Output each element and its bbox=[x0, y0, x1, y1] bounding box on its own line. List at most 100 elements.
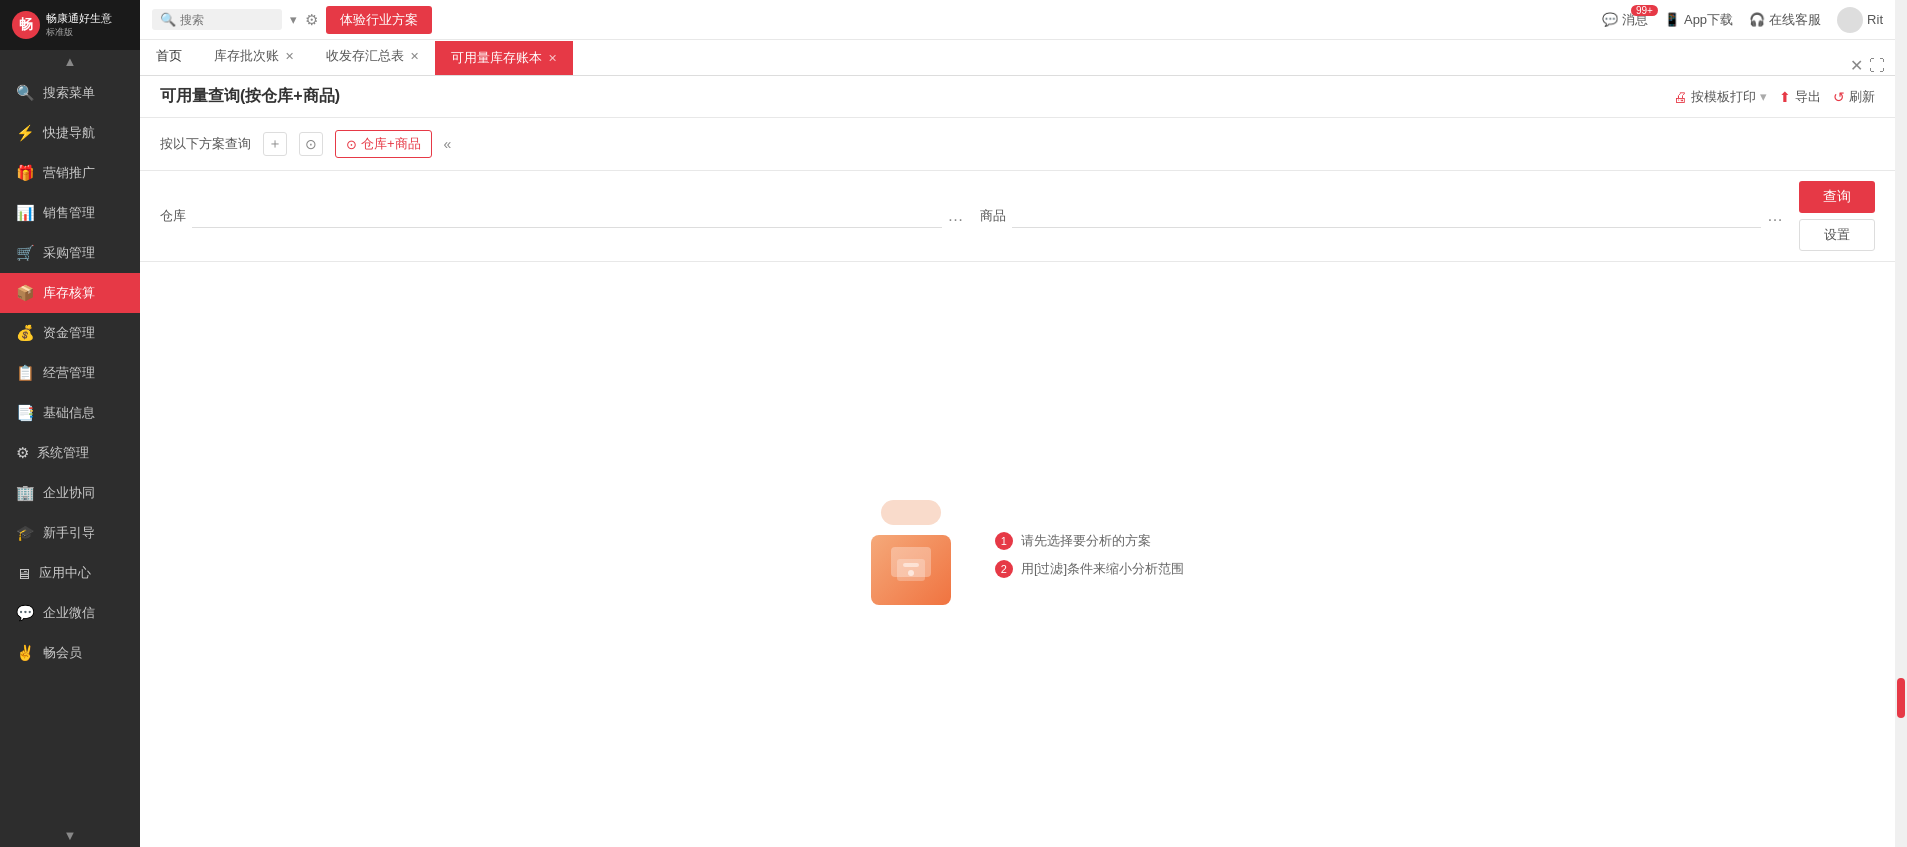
scheme-label: 仓库+商品 bbox=[361, 135, 421, 153]
sidebar-nav: 🔍 搜索菜单 ⚡ 快捷导航 🎁 营销推广 📊 销售管理 🛒 采购管理 📦 库存核… bbox=[0, 73, 140, 824]
tip-num-1: 1 bbox=[995, 532, 1013, 550]
right-scrollbar[interactable] bbox=[1895, 0, 1907, 847]
logo-badge: 标准版 bbox=[46, 26, 112, 39]
sidebar-item-label: 应用中心 bbox=[39, 564, 91, 582]
topbar: 🔍 ▾ ⚙ 体验行业方案 💬 消息 99+ 📱 App下载 🎧 在线客服 Rit bbox=[140, 0, 1895, 40]
close-receive-summary-icon[interactable]: ✕ bbox=[410, 50, 419, 63]
sidebar-item-label: 搜索菜单 bbox=[43, 84, 95, 102]
sidebar-item-label: 快捷导航 bbox=[43, 124, 95, 142]
close-batch-account-icon[interactable]: ✕ bbox=[285, 50, 294, 63]
svg-rect-0 bbox=[897, 559, 925, 581]
product-filter: 商品 … bbox=[980, 204, 1784, 228]
tab-available-ledger-label: 可用量库存账本 bbox=[451, 49, 542, 67]
maximize-icon[interactable]: ⛶ bbox=[1869, 57, 1885, 75]
sidebar-item-marketing[interactable]: 🎁 营销推广 bbox=[0, 153, 140, 193]
scroll-down-btn[interactable]: ▼ bbox=[0, 824, 140, 847]
query-button[interactable]: 查询 bbox=[1799, 181, 1875, 213]
refresh-btn[interactable]: ↺ 刷新 bbox=[1833, 88, 1875, 106]
print-label: 按模板打印 bbox=[1691, 88, 1756, 106]
dropdown-arrow-icon[interactable]: ▾ bbox=[290, 12, 297, 27]
logo-name: 畅康通好生意 bbox=[46, 11, 112, 25]
app-download-btn[interactable]: 📱 App下载 bbox=[1664, 11, 1733, 29]
tabbar-actions: ✕ ⛶ bbox=[1840, 56, 1895, 75]
setting-button[interactable]: 设置 bbox=[1799, 219, 1875, 251]
page-actions: 🖨 按模板打印 ▾ ⬆ 导出 ↺ 刷新 bbox=[1673, 88, 1875, 106]
search-icon: 🔍 bbox=[160, 12, 176, 27]
sidebar-item-enterprise[interactable]: 🏢 企业协同 bbox=[0, 473, 140, 513]
enterprise-icon: 🏢 bbox=[16, 484, 35, 502]
onboarding-icon: 🎓 bbox=[16, 524, 35, 542]
sidebar: 畅 畅康通好生意 标准版 ▲ 🔍 搜索菜单 ⚡ 快捷导航 🎁 营销推广 📊 销售… bbox=[0, 0, 140, 847]
gear-icon[interactable]: ⚙ bbox=[305, 11, 318, 29]
quick-nav-icon: ⚡ bbox=[16, 124, 35, 142]
tab-receive-summary-label: 收发存汇总表 bbox=[326, 47, 404, 65]
sidebar-item-operations[interactable]: 📋 经营管理 bbox=[0, 353, 140, 393]
message-badge: 99+ bbox=[1631, 5, 1658, 16]
finance-icon: 💰 bbox=[16, 324, 35, 342]
scheme-icon: ⊙ bbox=[346, 137, 357, 152]
app-icon: 📱 bbox=[1664, 12, 1680, 27]
export-btn[interactable]: ⬆ 导出 bbox=[1779, 88, 1821, 106]
sidebar-item-membership[interactable]: ✌ 畅会员 bbox=[0, 633, 140, 673]
sidebar-item-label: 新手引导 bbox=[43, 524, 95, 542]
operations-icon: 📋 bbox=[16, 364, 35, 382]
industry-btn[interactable]: 体验行业方案 bbox=[326, 6, 432, 34]
warehouse-more-icon[interactable]: … bbox=[948, 207, 964, 225]
sidebar-item-basic-info[interactable]: 📑 基础信息 bbox=[0, 393, 140, 433]
logo-icon: 畅 bbox=[12, 11, 40, 39]
service-icon: 🎧 bbox=[1749, 12, 1765, 27]
sidebar-item-search[interactable]: 🔍 搜索菜单 bbox=[0, 73, 140, 113]
add-scheme-btn[interactable]: ＋ bbox=[263, 132, 287, 156]
scroll-up-btn[interactable]: ▲ bbox=[0, 50, 140, 73]
print-btn[interactable]: 🖨 按模板打印 ▾ bbox=[1673, 88, 1767, 106]
search-nav-icon: 🔍 bbox=[16, 84, 35, 102]
sidebar-item-label: 库存核算 bbox=[43, 284, 95, 302]
message-icon: 💬 bbox=[1602, 12, 1618, 27]
sidebar-item-label: 销售管理 bbox=[43, 204, 95, 222]
tab-available-ledger[interactable]: 可用量库存账本 ✕ bbox=[435, 41, 573, 75]
sidebar-item-finance[interactable]: 💰 资金管理 bbox=[0, 313, 140, 353]
sidebar-item-sales[interactable]: 📊 销售管理 bbox=[0, 193, 140, 233]
cloud-decoration bbox=[881, 500, 941, 525]
query-panel: 按以下方案查询 ＋ ⊙ ⊙ 仓库+商品 « bbox=[140, 118, 1895, 171]
avatar bbox=[1837, 7, 1863, 33]
purchase-icon: 🛒 bbox=[16, 244, 35, 262]
sidebar-item-purchase[interactable]: 🛒 采购管理 bbox=[0, 233, 140, 273]
scheme-warehouse-product[interactable]: ⊙ 仓库+商品 bbox=[335, 130, 432, 158]
close-tab-icon[interactable]: ✕ bbox=[1850, 56, 1863, 75]
tab-batch-account[interactable]: 库存批次账 ✕ bbox=[198, 39, 310, 75]
settings-scheme-btn[interactable]: ⊙ bbox=[299, 132, 323, 156]
sidebar-item-inventory[interactable]: 📦 库存核算 bbox=[0, 273, 140, 313]
page-title: 可用量查询(按仓库+商品) bbox=[160, 86, 340, 107]
sidebar-item-onboarding[interactable]: 🎓 新手引导 bbox=[0, 513, 140, 553]
tab-receive-summary[interactable]: 收发存汇总表 ✕ bbox=[310, 39, 435, 75]
print-dropdown-icon[interactable]: ▾ bbox=[1760, 89, 1767, 104]
user-avatar-area[interactable]: Rit bbox=[1837, 7, 1883, 33]
empty-illustration bbox=[851, 495, 971, 615]
tip-num-2: 2 bbox=[995, 560, 1013, 578]
sidebar-item-app-center[interactable]: 🖥 应用中心 bbox=[0, 553, 140, 593]
tab-home[interactable]: 首页 bbox=[140, 39, 198, 75]
tip-text-2: 用[过滤]条件来缩小分析范围 bbox=[1021, 560, 1184, 578]
inventory-icon: 📦 bbox=[16, 284, 35, 302]
tab-batch-account-label: 库存批次账 bbox=[214, 47, 279, 65]
product-input[interactable] bbox=[1012, 204, 1762, 228]
tip-text-1: 请先选择要分析的方案 bbox=[1021, 532, 1151, 550]
message-btn[interactable]: 💬 消息 99+ bbox=[1602, 11, 1648, 29]
sidebar-item-label: 经营管理 bbox=[43, 364, 95, 382]
search-input[interactable] bbox=[180, 13, 260, 27]
online-service-btn[interactable]: 🎧 在线客服 bbox=[1749, 11, 1821, 29]
sidebar-item-wechat[interactable]: 💬 企业微信 bbox=[0, 593, 140, 633]
sidebar-item-quick-nav[interactable]: ⚡ 快捷导航 bbox=[0, 113, 140, 153]
empty-tip-1: 1 请先选择要分析的方案 bbox=[995, 532, 1184, 550]
close-available-ledger-icon[interactable]: ✕ bbox=[548, 52, 557, 65]
topbar-search-box[interactable]: 🔍 bbox=[152, 9, 282, 30]
box-face-svg bbox=[893, 555, 929, 585]
sidebar-item-system[interactable]: ⚙ 系统管理 bbox=[0, 433, 140, 473]
collapse-btn[interactable]: « bbox=[444, 136, 452, 152]
warehouse-input[interactable] bbox=[192, 204, 942, 228]
product-more-icon[interactable]: … bbox=[1767, 207, 1783, 225]
marketing-icon: 🎁 bbox=[16, 164, 35, 182]
sales-icon: 📊 bbox=[16, 204, 35, 222]
online-service-label: 在线客服 bbox=[1769, 11, 1821, 29]
